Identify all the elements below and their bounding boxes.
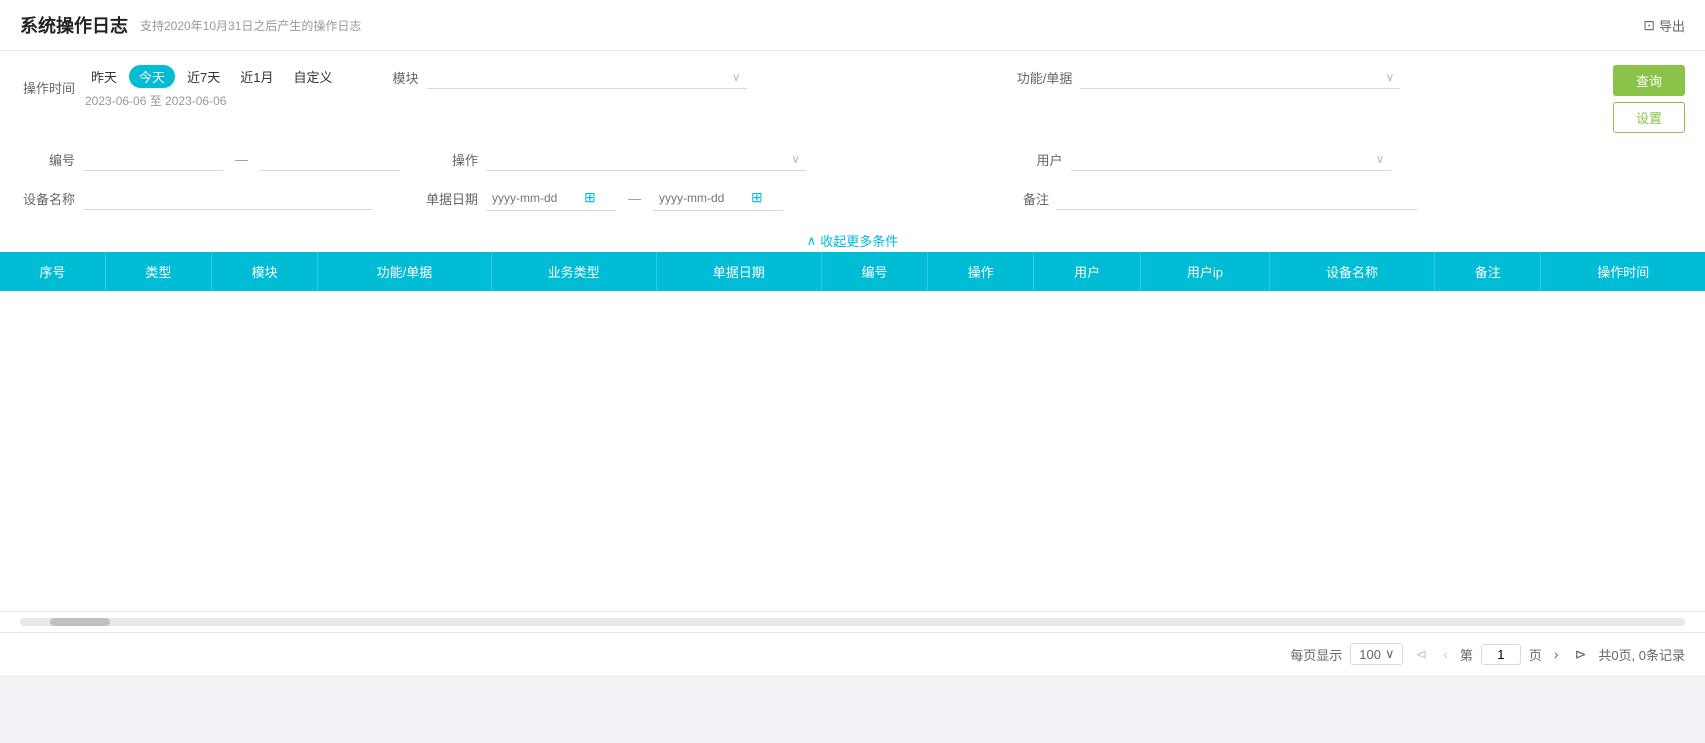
time-filter-group: 昨天 今天 近7天 近1月 自定义 2023-06-06 至 2023-06-0… <box>83 65 341 109</box>
operation-chevron-icon: ∨ <box>791 152 800 166</box>
col-op-time: 操作时间 <box>1541 252 1705 291</box>
page-size-chevron-icon: ∨ <box>1385 646 1395 662</box>
note-label: 备注 <box>1021 189 1049 208</box>
user-label: 用户 <box>1035 150 1063 169</box>
date-label: 单据日期 <box>423 189 478 208</box>
first-page-button[interactable]: ⊲ <box>1411 644 1431 665</box>
empty-area <box>0 291 1705 611</box>
time-label: 操作时间 <box>20 78 75 97</box>
function-label: 功能/单据 <box>1017 68 1073 87</box>
col-operation: 操作 <box>928 252 1034 291</box>
col-type: 类型 <box>105 252 211 291</box>
export-label: 导出 <box>1659 16 1685 35</box>
device-input[interactable] <box>83 186 373 210</box>
operation-input[interactable] <box>492 151 787 166</box>
page-title: 系统操作日志 <box>20 12 128 38</box>
date-to-input[interactable] <box>659 191 749 205</box>
action-buttons: 查询 设置 <box>1613 65 1685 133</box>
operation-label: 操作 <box>450 150 478 169</box>
collapse-up-icon: ∧ <box>807 233 817 249</box>
col-biz-type: 业务类型 <box>491 252 656 291</box>
table-header-row: 序号 类型 模块 功能/单据 业务类型 单据日期 编号 操作 用户 用户ip 设… <box>0 252 1705 291</box>
settings-button[interactable]: 设置 <box>1613 102 1685 133</box>
page-number-input[interactable] <box>1481 644 1521 665</box>
scrollbar-track[interactable] <box>20 618 1685 626</box>
number-dash: — <box>231 152 252 167</box>
function-input[interactable] <box>1086 69 1381 84</box>
pagination-bar: 每页显示 100 ∨ ⊲ ‹ 第 页 › ⊳ 共0页, 0条记录 <box>0 632 1705 675</box>
scrollbar-thumb[interactable] <box>50 618 110 626</box>
time-btn-today[interactable]: 今天 <box>129 65 175 88</box>
module-label: 模块 <box>391 68 419 87</box>
module-select[interactable]: ∨ <box>427 65 747 89</box>
date-from-input[interactable] <box>492 191 582 205</box>
page-label: 第 <box>1460 645 1473 664</box>
operation-select[interactable]: ∨ <box>486 147 806 171</box>
number-label: 编号 <box>20 150 75 169</box>
calendar-from-icon[interactable]: ⊞ <box>584 189 596 206</box>
module-input[interactable] <box>433 69 728 84</box>
page-size-value: 100 <box>1359 647 1381 662</box>
page-subtitle: 支持2020年10月31日之后产生的操作日志 <box>140 17 361 34</box>
col-device: 设备名称 <box>1269 252 1434 291</box>
user-input[interactable] <box>1077 151 1372 166</box>
export-icon: ⊡ <box>1643 17 1655 34</box>
date-to-box[interactable]: ⊞ <box>653 185 783 211</box>
number-from-input[interactable] <box>83 147 223 171</box>
col-date: 单据日期 <box>656 252 821 291</box>
function-select[interactable]: ∨ <box>1080 65 1400 89</box>
export-button[interactable]: ⊡ 导出 <box>1643 16 1685 35</box>
col-module: 模块 <box>212 252 318 291</box>
time-btn-yesterday[interactable]: 昨天 <box>83 65 125 88</box>
collapse-label: 收起更多条件 <box>820 231 898 250</box>
collapse-row: ∧ 收起更多条件 <box>20 225 1685 252</box>
col-index: 序号 <box>0 252 105 291</box>
number-to-input[interactable] <box>260 147 400 171</box>
function-chevron-icon: ∨ <box>1386 70 1395 84</box>
prev-page-button[interactable]: ‹ <box>1439 644 1452 664</box>
col-number: 编号 <box>821 252 927 291</box>
collapse-button[interactable]: ∧ 收起更多条件 <box>807 231 899 250</box>
date-from-box[interactable]: ⊞ <box>486 185 616 211</box>
last-page-button[interactable]: ⊳ <box>1571 644 1591 665</box>
data-table: 序号 类型 模块 功能/单据 业务类型 单据日期 编号 操作 用户 用户ip 设… <box>0 252 1705 291</box>
date-dash: — <box>624 191 645 206</box>
col-user: 用户 <box>1034 252 1140 291</box>
col-user-ip: 用户ip <box>1140 252 1269 291</box>
user-select[interactable]: ∨ <box>1071 147 1391 171</box>
scrollbar-area[interactable] <box>0 611 1705 632</box>
filter-panel: 操作时间 昨天 今天 近7天 近1月 自定义 2023-06-06 至 2023… <box>0 51 1705 252</box>
time-range-display: 2023-06-06 至 2023-06-06 <box>83 92 341 109</box>
col-function: 功能/单据 <box>318 252 491 291</box>
total-text: 共0页, 0条记录 <box>1598 645 1685 664</box>
time-btn-custom[interactable]: 自定义 <box>286 65 341 88</box>
time-btn-1month[interactable]: 近1月 <box>232 65 281 88</box>
device-label: 设备名称 <box>20 189 75 208</box>
per-page-label: 每页显示 <box>1290 645 1342 664</box>
calendar-to-icon[interactable]: ⊞ <box>751 189 763 206</box>
module-chevron-icon: ∨ <box>732 70 741 84</box>
table-container: 序号 类型 模块 功能/单据 业务类型 单据日期 编号 操作 用户 用户ip 设… <box>0 252 1705 611</box>
page-size-select[interactable]: 100 ∨ <box>1350 643 1403 665</box>
user-chevron-icon: ∨ <box>1376 152 1385 166</box>
query-button[interactable]: 查询 <box>1613 65 1685 96</box>
col-note: 备注 <box>1435 252 1541 291</box>
next-page-button[interactable]: › <box>1550 644 1563 664</box>
note-input[interactable] <box>1057 186 1417 210</box>
page-header: 系统操作日志 支持2020年10月31日之后产生的操作日志 ⊡ 导出 <box>0 0 1705 51</box>
page-unit: 页 <box>1529 645 1542 664</box>
time-btn-7days[interactable]: 近7天 <box>179 65 228 88</box>
